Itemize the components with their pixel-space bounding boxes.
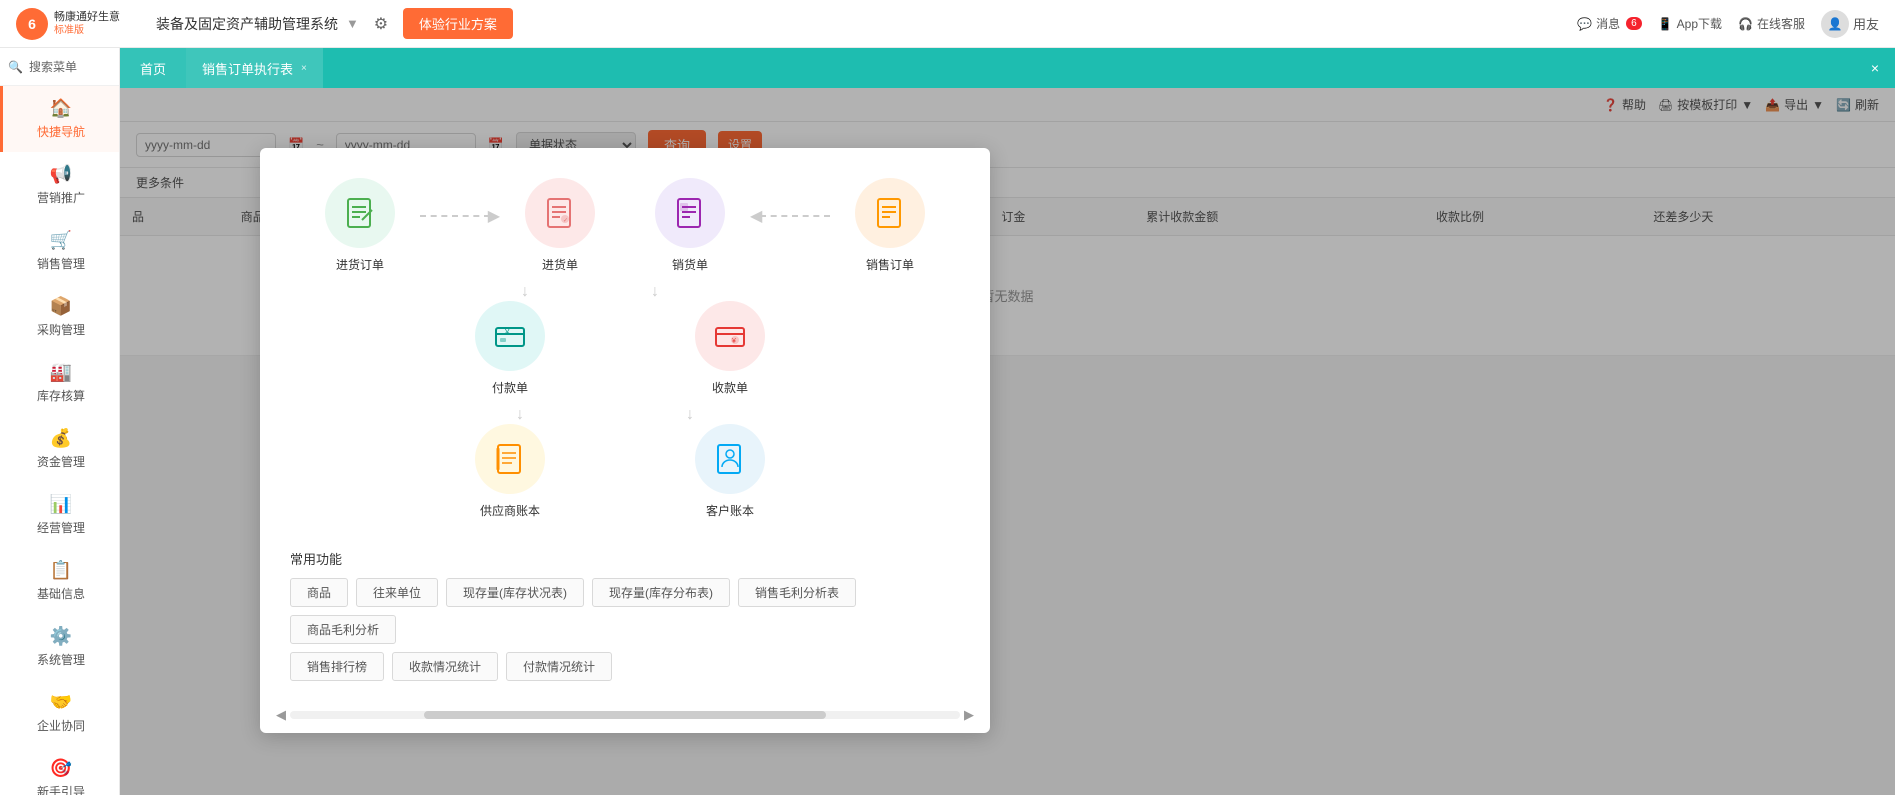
sidebar-item-sales[interactable]: 🛒 销售管理: [0, 218, 119, 284]
svg-text:¥: ¥: [732, 338, 736, 345]
scroll-left-icon[interactable]: ◀: [276, 707, 286, 723]
node-sale-bill[interactable]: 销货单: [630, 178, 750, 273]
node-payment[interactable]: ¥ 付款单: [450, 301, 570, 396]
app-download-action[interactable]: 📱 App下载: [1658, 15, 1722, 32]
search-icon: 🔍: [8, 60, 23, 74]
scrollbar-thumb: [424, 711, 826, 719]
scrollbar-track[interactable]: [290, 711, 960, 719]
tab-home[interactable]: 首页: [120, 48, 186, 88]
experience-btn[interactable]: 体验行业方案: [403, 8, 513, 39]
sidebar-item-inventory[interactable]: 🏭 库存核算: [0, 350, 119, 416]
inventory-icon: 🏭: [50, 362, 72, 383]
node-receipt[interactable]: ¥ 收款单: [670, 301, 790, 396]
tab-close-main-icon[interactable]: ×: [1871, 60, 1879, 76]
node-purchase-bill[interactable]: ✓ 进货单: [500, 178, 620, 273]
tab-bar: 首页 销售订单执行表 × ×: [120, 48, 1895, 88]
online-service-action[interactable]: 🎧 在线客服: [1738, 15, 1805, 32]
message-badge: 6: [1626, 17, 1642, 30]
logo-icon: 6: [16, 8, 48, 40]
dropdown-arrow-icon[interactable]: ▼: [346, 16, 359, 31]
purchase-order-label: 进货订单: [336, 256, 384, 273]
sidebar-item-marketing[interactable]: 📢 营销推广: [0, 152, 119, 218]
message-action[interactable]: 💬 消息 6: [1577, 15, 1642, 32]
modal-overlay[interactable]: 进货订单 ▶: [120, 88, 1895, 795]
node-supplier-ledger[interactable]: 供应商账本: [450, 424, 570, 519]
service-icon: 🎧: [1738, 17, 1753, 31]
right-panel: 首页 销售订单执行表 × × ❓ 帮助 🖨 按模板打印 ▼: [120, 48, 1895, 795]
tab-close-icon[interactable]: ×: [301, 63, 307, 74]
sidebar-item-finance[interactable]: 💰 资金管理: [0, 416, 119, 482]
node-purchase-order[interactable]: 进货订单: [300, 178, 420, 273]
search-menu[interactable]: 🔍 搜索菜单: [0, 48, 119, 86]
logo-area: 6 畅康通好生意 标准版: [16, 8, 136, 40]
sidebar-item-newbie[interactable]: 🎯 新手引导: [0, 746, 119, 795]
enterprise-icon: 🤝: [50, 692, 72, 713]
func-btn-sales-margin[interactable]: 销售毛利分析表: [738, 578, 856, 607]
purchase-bill-label: 进货单: [542, 256, 578, 273]
home-icon: 🏠: [50, 98, 72, 119]
avatar: 👤: [1821, 10, 1849, 38]
workflow-area: 进货订单 ▶: [260, 148, 990, 549]
modal-scrollbar: ◀ ▶: [260, 701, 990, 733]
scroll-right-icon[interactable]: ▶: [964, 707, 974, 723]
customer-ledger-label: 客户账本: [706, 502, 754, 519]
func-btn-partner[interactable]: 往来单位: [356, 578, 438, 607]
sidebar-item-operations[interactable]: 📊 经营管理: [0, 482, 119, 548]
logo-text: 畅康通好生意 标准版: [54, 10, 120, 37]
sidebar-item-purchase[interactable]: 📦 采购管理: [0, 284, 119, 350]
sale-bill-label: 销货单: [672, 256, 708, 273]
sidebar-item-quick-nav[interactable]: 🏠 快捷导航: [0, 86, 119, 152]
header-right: 💬 消息 6 📱 App下载 🎧 在线客服 👤 用友: [1577, 10, 1879, 38]
newbie-icon: 🎯: [50, 758, 72, 779]
svg-text:¥: ¥: [504, 328, 510, 337]
app-title-area: 装备及固定资产辅助管理系统 ▼ ⚙ 体验行业方案: [136, 8, 1577, 39]
func-btn-stock-dist[interactable]: 现存量(库存分布表): [592, 578, 730, 607]
basic-info-icon: 📋: [50, 560, 72, 581]
func-buttons-row1: 商品 往来单位 现存量(库存状况表) 现存量(库存分布表) 销售毛利分析表 商品…: [290, 578, 960, 644]
func-buttons-row2: 销售排行榜 收款情况统计 付款情况统计: [290, 652, 960, 681]
settings-gear-button[interactable]: ⚙: [367, 10, 395, 38]
supplier-ledger-label: 供应商账本: [480, 502, 540, 519]
receipt-label: 收款单: [712, 379, 748, 396]
sale-order-label: 销售订单: [866, 256, 914, 273]
node-customer-ledger[interactable]: 客户账本: [670, 424, 790, 519]
common-functions: 常用功能 商品 往来单位 现存量(库存状况表) 现存量(库存分布表) 销售毛利分…: [260, 549, 990, 701]
func-btn-sales-rank[interactable]: 销售排行榜: [290, 652, 384, 681]
operations-icon: 📊: [50, 494, 72, 515]
phone-icon: 📱: [1658, 17, 1673, 31]
main-layout: 🔍 搜索菜单 🏠 快捷导航 📢 营销推广 🛒 销售管理 📦 采购管理 🏭 库存核…: [0, 48, 1895, 795]
svg-text:✓: ✓: [563, 218, 568, 224]
tab-sales-order[interactable]: 销售订单执行表 ×: [186, 48, 323, 88]
finance-icon: 💰: [50, 428, 72, 449]
system-icon: ⚙️: [50, 626, 72, 647]
common-functions-title: 常用功能: [290, 549, 960, 568]
func-btn-product[interactable]: 商品: [290, 578, 348, 607]
sidebar-item-enterprise[interactable]: 🤝 企业协同: [0, 680, 119, 746]
modal-box: 进货订单 ▶: [260, 148, 990, 733]
marketing-icon: 📢: [50, 164, 72, 185]
app-title-text: 装备及固定资产辅助管理系统: [156, 14, 338, 34]
purchase-icon: 📦: [50, 296, 72, 317]
sales-icon: 🛒: [50, 230, 72, 251]
page-content: ❓ 帮助 🖨 按模板打印 ▼ 📤 导出 ▼ 🔄 刷新: [120, 88, 1895, 795]
user-avatar-area[interactable]: 👤 用友: [1821, 10, 1879, 38]
payment-label: 付款单: [492, 379, 528, 396]
func-btn-payment-stats[interactable]: 付款情况统计: [506, 652, 612, 681]
func-btn-product-margin[interactable]: 商品毛利分析: [290, 615, 396, 644]
func-btn-stock-status[interactable]: 现存量(库存状况表): [446, 578, 584, 607]
top-header: 6 畅康通好生意 标准版 装备及固定资产辅助管理系统 ▼ ⚙ 体验行业方案 💬 …: [0, 0, 1895, 48]
func-btn-receipt-stats[interactable]: 收款情况统计: [392, 652, 498, 681]
sidebar-item-system[interactable]: ⚙️ 系统管理: [0, 614, 119, 680]
sidebar: 🔍 搜索菜单 🏠 快捷导航 📢 营销推广 🛒 销售管理 📦 采购管理 🏭 库存核…: [0, 48, 120, 795]
node-sale-order[interactable]: 销售订单: [830, 178, 950, 273]
sidebar-item-basic-info[interactable]: 📋 基础信息: [0, 548, 119, 614]
message-icon: 💬: [1577, 17, 1592, 31]
